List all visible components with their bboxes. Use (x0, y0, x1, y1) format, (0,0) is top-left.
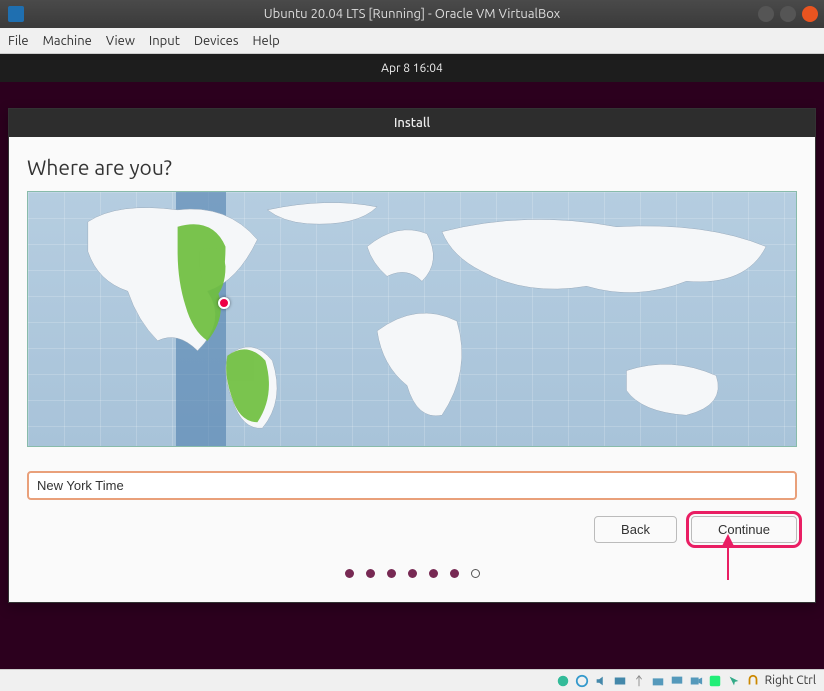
menu-input[interactable]: Input (149, 34, 180, 48)
host-window-title: Ubuntu 20.04 LTS [Running] - Oracle VM V… (264, 7, 561, 21)
step-dot-2 (366, 569, 375, 578)
guest-top-panel: Apr 8 16:04 (0, 54, 824, 82)
location-marker (218, 297, 230, 309)
timezone-map[interactable] (27, 191, 797, 447)
audio-icon[interactable] (594, 673, 609, 688)
guest-screen: Apr 8 16:04 Install Where are you? (0, 54, 824, 669)
display-icon[interactable] (670, 673, 685, 688)
mouse-integration-icon[interactable] (727, 673, 742, 688)
menu-devices[interactable]: Devices (194, 34, 239, 48)
virtualbox-icon (8, 6, 24, 22)
vbox-icon[interactable] (708, 673, 723, 688)
step-dot-6 (450, 569, 459, 578)
keyboard-capture-icon[interactable] (746, 673, 761, 688)
back-button[interactable]: Back (594, 516, 677, 543)
optical-icon[interactable] (575, 673, 590, 688)
annotation-arrow (713, 532, 743, 582)
step-dot-4 (408, 569, 417, 578)
usb-icon[interactable] (632, 673, 647, 688)
timezone-input[interactable] (27, 471, 797, 500)
host-key-label: Right Ctrl (765, 674, 816, 687)
host-statusbar: Right Ctrl (0, 669, 824, 691)
step-dot-1 (345, 569, 354, 578)
network-status-icon[interactable] (613, 673, 628, 688)
host-menubar: File Machine View Input Devices Help (0, 28, 824, 54)
maximize-button[interactable] (780, 6, 796, 22)
installer-window: Install Where are you? (8, 108, 816, 603)
guest-clock: Apr 8 16:04 (381, 62, 443, 75)
step-dot-7 (471, 569, 480, 578)
installer-title: Install (394, 116, 430, 130)
menu-help[interactable]: Help (253, 34, 280, 48)
shared-folder-icon[interactable] (651, 673, 666, 688)
recording-icon[interactable] (689, 673, 704, 688)
step-indicator (27, 569, 797, 578)
page-heading: Where are you? (27, 155, 797, 179)
installer-titlebar: Install (9, 109, 815, 137)
hdd-icon[interactable] (556, 673, 571, 688)
menu-view[interactable]: View (106, 34, 135, 48)
close-button[interactable] (802, 6, 818, 22)
step-dot-5 (429, 569, 438, 578)
continue-button[interactable]: Continue (691, 516, 797, 543)
host-titlebar: Ubuntu 20.04 LTS [Running] - Oracle VM V… (0, 0, 824, 28)
menu-machine[interactable]: Machine (43, 34, 92, 48)
step-dot-3 (387, 569, 396, 578)
minimize-button[interactable] (758, 6, 774, 22)
menu-file[interactable]: File (8, 34, 29, 48)
